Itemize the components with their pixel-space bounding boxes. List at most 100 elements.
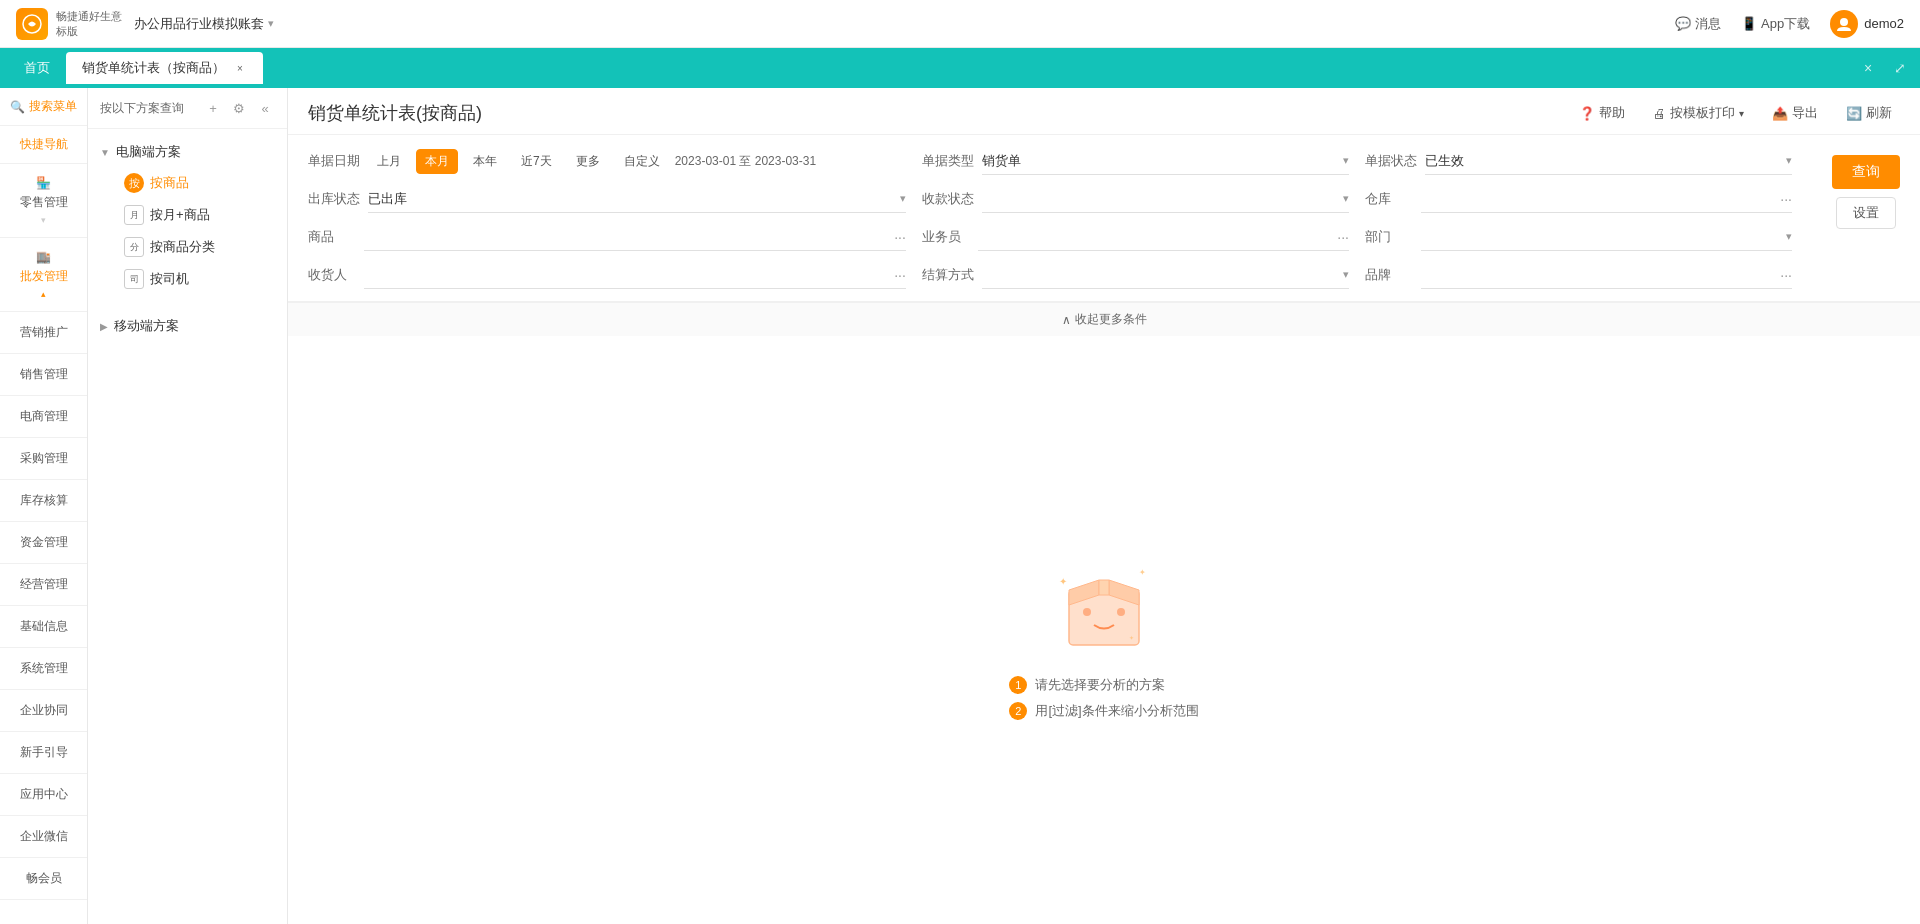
date-btn-this-year[interactable]: 本年	[464, 149, 506, 174]
query-button[interactable]: 查询	[1832, 155, 1900, 189]
user-name: demo2	[1864, 16, 1904, 31]
scheme-by-category[interactable]: 分 按商品分类	[100, 231, 275, 263]
brand-control[interactable]: ···	[1421, 261, 1792, 289]
app-download-button[interactable]: 📱 App下载	[1741, 15, 1810, 33]
sidebar-item-member[interactable]: 畅会员	[0, 858, 87, 900]
breadcrumb[interactable]: 办公用品行业模拟账套 ▾	[134, 15, 274, 33]
date-btn-more[interactable]: 更多	[567, 149, 609, 174]
print-button[interactable]: 🖨 按模板打印 ▾	[1645, 100, 1752, 126]
scheme-mobile[interactable]: ▶ 移动端方案	[100, 311, 275, 341]
content-area: 按以下方案查询 + ⚙ « ▼ 电脑端方案 按 按商品 月 按月+	[88, 88, 1920, 924]
date-btn-7days[interactable]: 近7天	[512, 149, 561, 174]
sidebar-item-corp-wechat[interactable]: 企业微信	[0, 816, 87, 858]
settings-scheme-button[interactable]: ⚙	[229, 98, 249, 118]
salesperson-control[interactable]: ···	[978, 223, 1349, 251]
receiver-dots-icon[interactable]: ···	[894, 267, 906, 283]
tab-minimize-button[interactable]: ×	[1856, 56, 1880, 80]
export-button[interactable]: 📤 导出	[1764, 100, 1826, 126]
warehouse-dots-icon[interactable]: ···	[1780, 191, 1792, 207]
scheme-by-product[interactable]: 按 按商品	[100, 167, 275, 199]
tab-home-label: 首页	[24, 59, 50, 77]
collapse-button[interactable]: ∧ 收起更多条件	[288, 302, 1920, 336]
salesperson-dots-icon[interactable]: ···	[1337, 229, 1349, 245]
department-control[interactable]: ▾	[1421, 223, 1792, 251]
sidebar-item-inventory[interactable]: 库存核算	[0, 480, 87, 522]
sidebar-item-wholesale[interactable]: 🏬 批发管理 ▴	[0, 238, 87, 312]
scheme-by-month-product[interactable]: 月 按月+商品	[100, 199, 275, 231]
sidebar-app-center-label: 应用中心	[20, 786, 68, 803]
tab-bar-actions: × ⤢	[1856, 56, 1912, 80]
right-panel: 销货单统计表(按商品) ❓ 帮助 🖨 按模板打印 ▾ 📤 导出	[288, 88, 1920, 924]
user-menu[interactable]: demo2	[1830, 10, 1904, 38]
tip-num-2: 2	[1009, 702, 1027, 720]
sidebar-search[interactable]: 🔍 搜索菜单	[0, 88, 87, 126]
product-dots-icon[interactable]: ···	[894, 229, 906, 245]
refresh-label: 刷新	[1866, 104, 1892, 122]
sidebar-quick-nav[interactable]: 快捷导航	[0, 126, 87, 164]
top-header: 畅捷通好生意 标版 办公用品行业模拟账套 ▾ 💬 消息 📱 App下载 demo…	[0, 0, 1920, 48]
export-icon: 📤	[1772, 106, 1788, 121]
scheme-by-category-icon: 分	[124, 237, 144, 257]
date-btn-this-month[interactable]: 本月	[416, 149, 458, 174]
warehouse-control[interactable]: ···	[1421, 185, 1792, 213]
collapse-panel-button[interactable]: «	[255, 98, 275, 118]
sidebar-item-basic[interactable]: 基础信息	[0, 606, 87, 648]
refresh-button[interactable]: 🔄 刷新	[1838, 100, 1900, 126]
empty-state: ✦ ✦ ✦ 1 请先选择要分析的方案 2 用[过滤]条件来缩小分析范围	[288, 336, 1920, 924]
scheme-by-machine[interactable]: 司 按司机	[100, 263, 275, 295]
doc-type-label: 单据类型	[922, 152, 974, 170]
setup-button[interactable]: 设置	[1836, 197, 1896, 229]
breadcrumb-text: 办公用品行业模拟账套	[134, 15, 264, 33]
tab-home[interactable]: 首页	[8, 52, 66, 84]
date-btn-custom[interactable]: 自定义	[615, 149, 669, 174]
collect-status-control[interactable]: ▾	[982, 185, 1349, 213]
receiver-control[interactable]: ···	[364, 261, 906, 289]
logo-icon	[16, 8, 48, 40]
scheme-by-machine-icon: 司	[124, 269, 144, 289]
sidebar-item-ecommerce[interactable]: 电商管理	[0, 396, 87, 438]
print-icon: 🖨	[1653, 106, 1666, 121]
scheme-desktop[interactable]: ▼ 电脑端方案	[100, 137, 275, 167]
filter-salesperson: 业务员 ···	[922, 223, 1349, 251]
collapse-up-icon: ∧	[1062, 313, 1071, 327]
sidebar-item-marketing[interactable]: 营销推广	[0, 312, 87, 354]
filter-receiver: 收货人 ···	[308, 261, 906, 289]
out-status-value: 已出库	[368, 190, 896, 208]
out-status-control[interactable]: 已出库 ▾	[368, 185, 906, 213]
app-download-label: App下载	[1761, 15, 1810, 33]
tab-close-icon[interactable]: ×	[233, 61, 247, 75]
sidebar-item-app-center[interactable]: 应用中心	[0, 774, 87, 816]
message-button[interactable]: 💬 消息	[1675, 15, 1721, 33]
empty-tip-1: 1 请先选择要分析的方案	[1009, 676, 1198, 694]
sidebar-item-ops[interactable]: 经营管理	[0, 564, 87, 606]
brand-dots-icon[interactable]: ···	[1780, 267, 1792, 283]
date-btn-last-month[interactable]: 上月	[368, 149, 410, 174]
payment-control[interactable]: ▾	[982, 261, 1349, 289]
sidebar-basic-label: 基础信息	[20, 618, 68, 635]
filter-department: 部门 ▾	[1365, 223, 1792, 251]
filter-product: 商品 ···	[308, 223, 906, 251]
sidebar-item-sales-mgmt[interactable]: 销售管理	[0, 354, 87, 396]
filter-date: 单据日期 上月 本月 本年 近7天 更多 自定义 2023-03-01 至 20…	[308, 149, 906, 174]
add-scheme-button[interactable]: +	[203, 98, 223, 118]
sidebar-wholesale-icon: 🏬	[36, 250, 51, 264]
sidebar-item-finance[interactable]: 资金管理	[0, 522, 87, 564]
doc-status-control[interactable]: 已生效 ▾	[1425, 147, 1792, 175]
tab-sales-stats[interactable]: 销货单统计表（按商品） ×	[66, 52, 263, 84]
doc-status-arrow-icon: ▾	[1786, 154, 1792, 167]
logo-area: 畅捷通好生意 标版	[16, 8, 122, 40]
sidebar-item-system[interactable]: 系统管理	[0, 648, 87, 690]
sidebar-item-purchase[interactable]: 采购管理	[0, 438, 87, 480]
doc-type-control[interactable]: 销货单 ▾	[982, 147, 1349, 175]
sidebar-nav-label: 快捷导航	[20, 137, 68, 151]
payment-label: 结算方式	[922, 266, 974, 284]
sidebar-item-retail[interactable]: 🏪 零售管理 ▾	[0, 164, 87, 238]
sidebar-item-enterprise[interactable]: 企业协同	[0, 690, 87, 732]
sidebar-item-newbie[interactable]: 新手引导	[0, 732, 87, 774]
tab-maximize-button[interactable]: ⤢	[1888, 56, 1912, 80]
filter-fields: 单据日期 上月 本月 本年 近7天 更多 自定义 2023-03-01 至 20…	[288, 135, 1812, 301]
help-button[interactable]: ❓ 帮助	[1571, 100, 1633, 126]
product-control[interactable]: ···	[364, 223, 906, 251]
collect-status-arrow-icon: ▾	[1343, 192, 1349, 205]
date-label: 单据日期	[308, 152, 360, 170]
